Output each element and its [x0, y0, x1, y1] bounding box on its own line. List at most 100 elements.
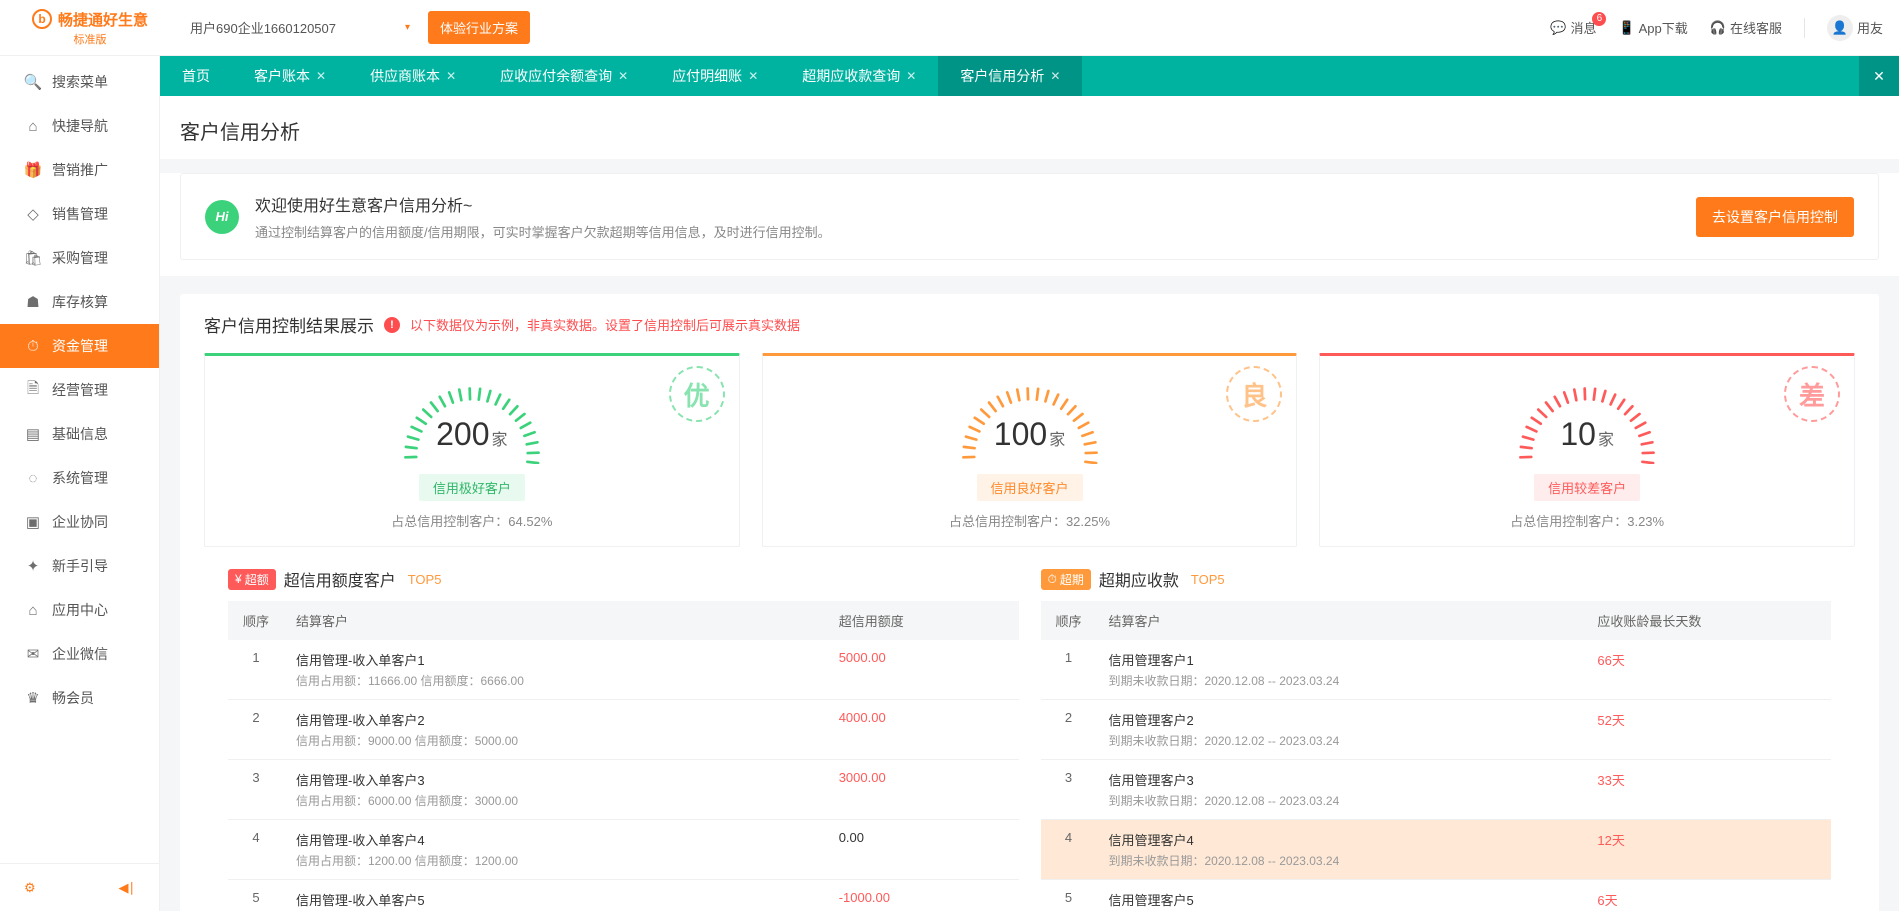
- table-row[interactable]: 1信用管理客户1到期未收款日期：2020.12.08 -- 2023.03.24…: [1041, 640, 1832, 700]
- sidebar-item-label: 企业协同: [52, 512, 108, 532]
- enterprise-label: 用户690企业1660120507: [190, 18, 336, 37]
- grade-stamp: 优: [669, 366, 725, 422]
- row-amount: 5000.00: [827, 640, 1019, 700]
- credit-result-card: 良100家信用良好客户占总信用控制客户：32.25%: [762, 353, 1298, 547]
- sidebar-item-label: 采购管理: [52, 248, 108, 268]
- yen-icon: ¥: [235, 572, 242, 586]
- phone-icon: 📱: [1618, 20, 1634, 36]
- table-row[interactable]: 4信用管理客户4到期未收款日期：2020.12.08 -- 2023.03.24…: [1041, 820, 1832, 880]
- table-row[interactable]: 3信用管理客户3到期未收款日期：2020.12.08 -- 2023.03.24…: [1041, 760, 1832, 820]
- table-row[interactable]: 4信用管理-收入单客户4信用占用额：1200.00 信用额度：1200.000.…: [228, 820, 1019, 880]
- go-credit-settings-button[interactable]: 去设置客户信用控制: [1696, 197, 1854, 237]
- sidebar-item[interactable]: ◇销售管理: [0, 192, 159, 236]
- tab[interactable]: 应付明细账 ✕: [650, 56, 780, 96]
- tab-label: 客户信用分析: [960, 66, 1044, 86]
- online-cs-button[interactable]: 🎧 在线客服: [1710, 18, 1782, 37]
- sidebar-item-label: 搜索菜单: [52, 72, 108, 92]
- row-customer: 信用管理客户4到期未收款日期：2020.12.08 -- 2023.03.24: [1097, 820, 1586, 880]
- tab[interactable]: 应收应付余额查询 ✕: [478, 56, 650, 96]
- tab[interactable]: 客户信用分析 ✕: [938, 56, 1082, 96]
- sidebar-item[interactable]: ☗库存核算: [0, 280, 159, 324]
- welcome-panel: Hi 欢迎使用好生意客户信用分析~ 通过控制结算客户的信用额度/信用期限，可实时…: [180, 173, 1879, 260]
- overdue-table: 顺序 结算客户 应收账龄最长天数 1信用管理客户1到期未收款日期：2020.12…: [1041, 601, 1832, 911]
- credit-tag: 信用良好客户: [977, 474, 1083, 501]
- sidebar-item-icon: ☗: [24, 293, 42, 311]
- tab-close-icon[interactable]: ✕: [446, 69, 456, 83]
- sidebar-item[interactable]: ♛畅会员: [0, 676, 159, 720]
- brand-name: 畅捷通好生意: [58, 9, 148, 30]
- tab[interactable]: 客户账本 ✕: [232, 56, 348, 96]
- credit-result-card: 差10家信用较差客户占总信用控制客户：3.23%: [1319, 353, 1855, 547]
- sidebar-item[interactable]: 🎁营销推广: [0, 148, 159, 192]
- col-index: 顺序: [228, 601, 284, 640]
- sidebar-item-icon: ◌: [24, 469, 42, 487]
- avatar-icon: 👤: [1827, 15, 1853, 41]
- table-row[interactable]: 1信用管理-收入单客户1信用占用额：11666.00 信用额度：6666.005…: [228, 640, 1019, 700]
- row-index: 1: [228, 640, 284, 700]
- tabstrip: 首页客户账本✕供应商账本✕应收应付余额查询✕应付明细账✕超期应收款查询✕客户信用…: [160, 56, 1899, 96]
- sidebar-item-icon: ▣: [24, 513, 42, 531]
- sidebar-item-icon: ⏱: [24, 337, 42, 355]
- sidebar-item[interactable]: ✉企业微信: [0, 632, 159, 676]
- sidebar-item-icon: ◇: [24, 205, 42, 223]
- sidebar-item[interactable]: ⌂应用中心: [0, 588, 159, 632]
- gauge-value: 200家: [387, 416, 557, 453]
- row-index: 4: [1041, 820, 1097, 880]
- credit-tag: 信用较差客户: [1534, 474, 1640, 501]
- sidebar-item[interactable]: ✦新手引导: [0, 544, 159, 588]
- sidebar-item[interactable]: ▣ 企业协同: [0, 500, 159, 544]
- table-row[interactable]: 2信用管理客户2到期未收款日期：2020.12.02 -- 2023.03.24…: [1041, 700, 1832, 760]
- enterprise-select[interactable]: 用户690企业1660120507 ▾: [180, 12, 420, 44]
- row-days: 52天: [1585, 700, 1831, 760]
- tab[interactable]: 首页: [160, 56, 232, 96]
- table-row[interactable]: 2信用管理-收入单客户2信用占用额：9000.00 信用额度：5000.0040…: [228, 700, 1019, 760]
- sidebar-item[interactable]: 🗎经营管理: [0, 368, 159, 412]
- row-amount: 3000.00: [827, 760, 1019, 820]
- tab-close-icon[interactable]: ✕: [1050, 69, 1060, 83]
- messages-button[interactable]: 💬 消息 6: [1550, 18, 1596, 37]
- sidebar-item[interactable]: ⏱资金管理: [0, 324, 159, 368]
- close-icon: ✕: [1873, 68, 1885, 85]
- sidebar-item[interactable]: ⌂快捷导航: [0, 104, 159, 148]
- app-download-button[interactable]: 📱 App下载: [1618, 18, 1687, 37]
- row-index: 3: [1041, 760, 1097, 820]
- sidebar-item-label: 企业微信: [52, 644, 108, 664]
- headset-icon: 🎧: [1710, 20, 1726, 36]
- tab-close-all[interactable]: ✕: [1859, 56, 1899, 96]
- row-detail: 到期未收款日期：2020.12.08 -- 2023.03.24: [1109, 672, 1574, 689]
- topbar-actions: 💬 消息 6 📱 App下载 🎧 在线客服 👤 用友: [1550, 15, 1883, 41]
- user-menu[interactable]: 👤 用友: [1827, 15, 1883, 41]
- results-section: 客户信用控制结果展示 ! 以下数据仅为示例，非真实数据。设置了信用控制后可展示真…: [180, 294, 1879, 911]
- tab-label: 应付明细账: [672, 66, 742, 86]
- table-row[interactable]: 5信用管理客户5到期未收款日期：2020.12.08 -- 2023.03.24…: [1041, 880, 1832, 911]
- sidebar-item[interactable]: ◌系统管理: [0, 456, 159, 500]
- table-row[interactable]: 3信用管理-收入单客户3信用占用额：6000.00 信用额度：3000.0030…: [228, 760, 1019, 820]
- row-index: 4: [228, 820, 284, 880]
- sidebar-item[interactable]: 🔍搜索菜单: [0, 60, 159, 104]
- clock-icon: ⏱: [1048, 572, 1057, 587]
- brand-icon: b: [32, 9, 52, 29]
- table-row[interactable]: 5信用管理-收入单客户5信用占用额：0.00 信用额度：1000.00-1000…: [228, 880, 1019, 911]
- collapse-icon[interactable]: ◀∣: [119, 880, 136, 896]
- tab-close-icon[interactable]: ✕: [748, 69, 758, 83]
- tab-close-icon[interactable]: ✕: [316, 69, 326, 83]
- tab-label: 客户账本: [254, 66, 310, 86]
- grade-stamp: 良: [1226, 366, 1282, 422]
- row-customer: 信用管理客户5到期未收款日期：2020.12.08 -- 2023.03.24: [1097, 880, 1586, 911]
- welcome-title: 欢迎使用好生意客户信用分析~: [255, 192, 831, 216]
- sidebar-item[interactable]: 🛍采购管理: [0, 236, 159, 280]
- over-credit-badge: ¥超额: [228, 569, 276, 590]
- tab-label: 应收应付余额查询: [500, 66, 612, 86]
- gear-icon[interactable]: ⚙: [24, 880, 36, 896]
- row-amount: -1000.00: [827, 880, 1019, 911]
- row-customer: 信用管理客户2到期未收款日期：2020.12.02 -- 2023.03.24: [1097, 700, 1586, 760]
- tab-close-icon[interactable]: ✕: [906, 69, 916, 83]
- over-credit-sub: TOP5: [408, 572, 442, 587]
- tab[interactable]: 超期应收款查询✕: [780, 56, 938, 96]
- tab[interactable]: 供应商账本✕: [348, 56, 478, 96]
- row-index: 5: [228, 880, 284, 911]
- col-amount: 超信用额度: [827, 601, 1019, 640]
- tab-close-icon[interactable]: ✕: [618, 69, 628, 83]
- trial-industry-button[interactable]: 体验行业方案: [428, 11, 530, 44]
- sidebar-item[interactable]: ▤基础信息: [0, 412, 159, 456]
